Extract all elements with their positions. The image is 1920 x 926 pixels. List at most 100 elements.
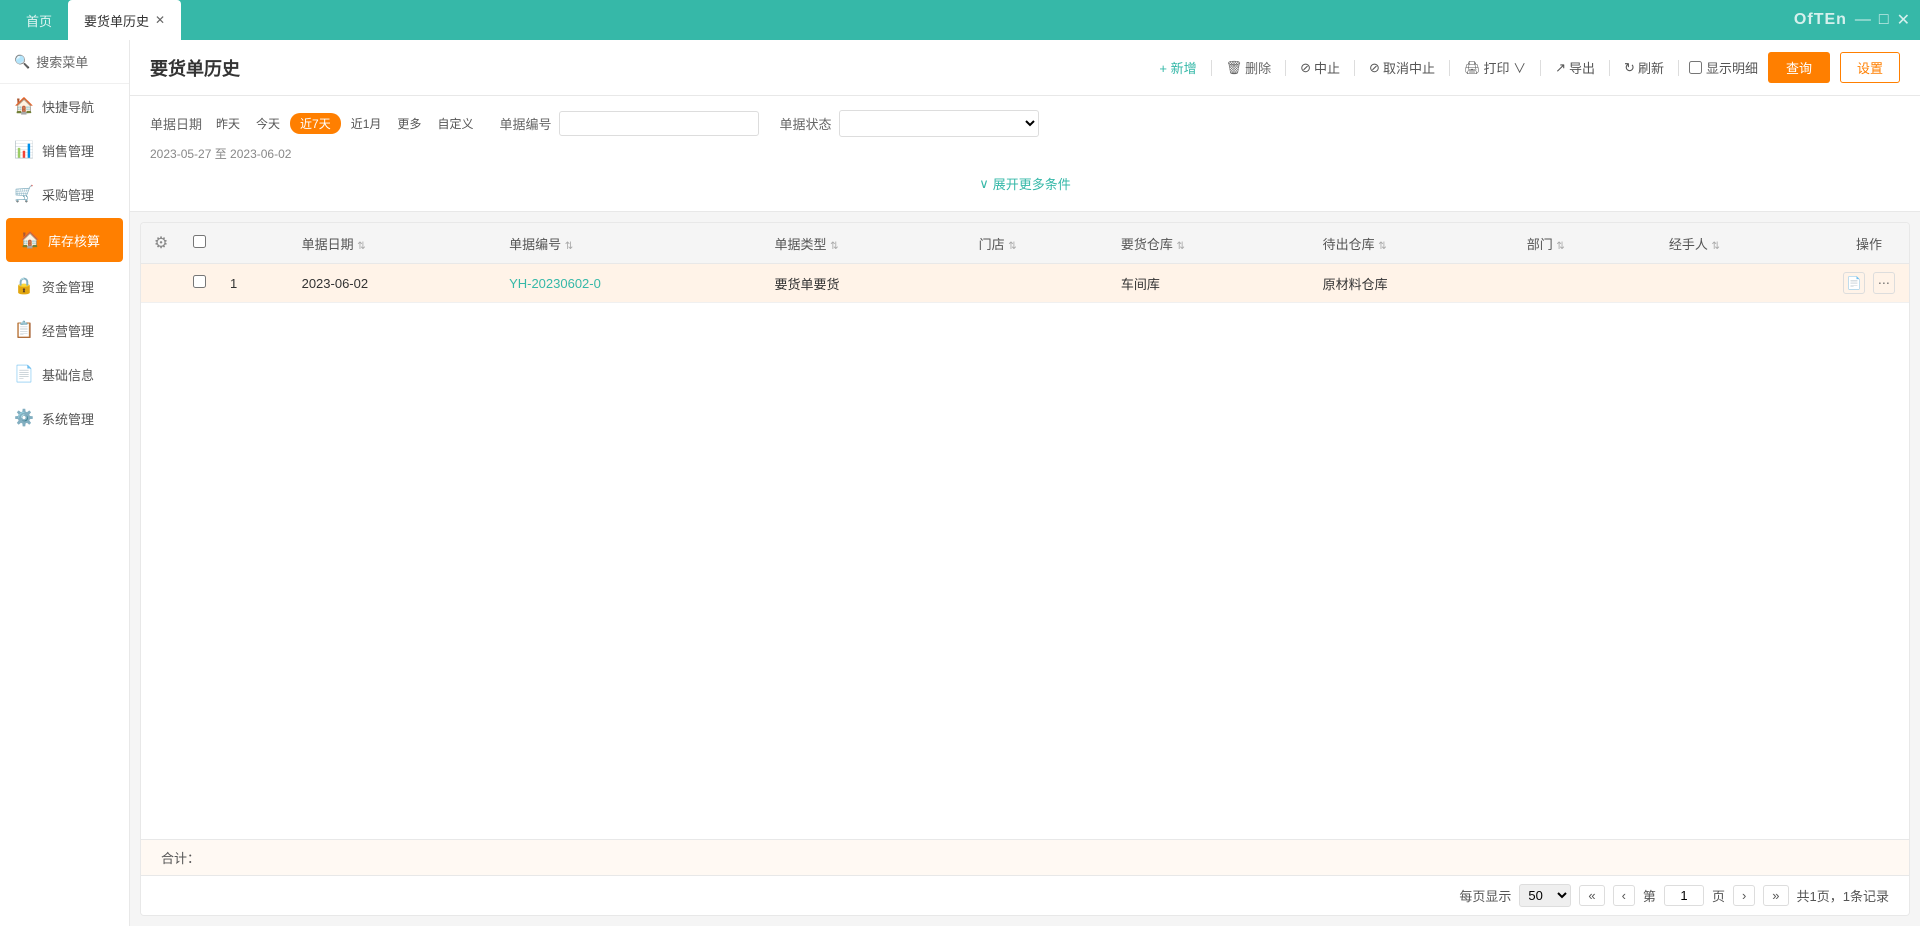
col-number: 单据编号 ⇅ bbox=[497, 223, 762, 264]
sidebar-item-purchase[interactable]: 🛒 采购管理 bbox=[0, 172, 129, 216]
sidebar-item-basic[interactable]: 📄 基础信息 bbox=[0, 352, 129, 396]
new-button[interactable]: + 新增 bbox=[1155, 56, 1200, 79]
date-btn-1month[interactable]: 近1月 bbox=[345, 113, 388, 134]
table-row: 1 2023-06-02 YH-20230602-0 要货单要货 车间库 原材料… bbox=[141, 264, 1909, 303]
expand-more-btn[interactable]: ∨ 展开更多条件 bbox=[150, 170, 1900, 197]
window-close-icon[interactable]: ✕ bbox=[1897, 10, 1910, 30]
delete-button[interactable]: 🗑 删除 bbox=[1222, 56, 1276, 79]
page-size-select[interactable]: 10 20 50 100 bbox=[1519, 884, 1571, 907]
page-title: 要货单历史 bbox=[150, 55, 240, 81]
chevron-down-icon: ∨ bbox=[979, 176, 989, 192]
window-minimize-icon[interactable]: — bbox=[1855, 11, 1871, 29]
date-btn-more[interactable]: 更多 bbox=[391, 113, 427, 134]
row-req-warehouse: 车间库 bbox=[1109, 264, 1311, 303]
row-type: 要货单要货 bbox=[763, 264, 967, 303]
settings-button[interactable]: 设置 bbox=[1840, 52, 1900, 83]
col-handler: 经手人 ⇅ bbox=[1657, 223, 1829, 264]
tab-close-icon[interactable]: ✕ bbox=[155, 13, 165, 27]
row-handler bbox=[1657, 264, 1829, 303]
window-maximize-icon[interactable]: □ bbox=[1879, 11, 1889, 29]
row-store bbox=[967, 264, 1109, 303]
divider-5 bbox=[1540, 60, 1541, 76]
summary-label: 合计： bbox=[161, 851, 200, 866]
top-bar: 首页 要货单历史 ✕ OfTEn — □ ✕ bbox=[0, 0, 1920, 40]
export-icon: ↗ bbox=[1555, 60, 1566, 76]
row-number-link[interactable]: YH-20230602-0 bbox=[509, 276, 601, 291]
data-table: ⚙ 单据日期 ⇅ 单据编号 bbox=[141, 223, 1909, 303]
date-filter-group: 单据日期 昨天 今天 近7天 近1月 更多 自定义 bbox=[150, 113, 479, 134]
finance-icon: 🔒 bbox=[14, 276, 34, 296]
cancel-stop-button[interactable]: ⊘ 取消中止 bbox=[1365, 56, 1439, 79]
date-btn-custom[interactable]: 自定义 bbox=[431, 113, 479, 134]
refresh-button[interactable]: ↻ 刷新 bbox=[1620, 56, 1668, 79]
sales-icon: 📊 bbox=[14, 140, 34, 160]
filter-row-1: 单据日期 昨天 今天 近7天 近1月 更多 自定义 单据编号 单据状态 bbox=[150, 110, 1900, 137]
tab-home[interactable]: 首页 bbox=[10, 0, 68, 40]
filter-area: 单据日期 昨天 今天 近7天 近1月 更多 自定义 单据编号 单据状态 bbox=[130, 96, 1920, 212]
row-pending-warehouse: 原材料仓库 bbox=[1311, 264, 1515, 303]
date-sort-icon[interactable]: ⇅ bbox=[357, 241, 365, 252]
sidebar-item-system[interactable]: ⚙️ 系统管理 bbox=[0, 396, 129, 440]
req-warehouse-sort-icon[interactable]: ⇅ bbox=[1176, 241, 1184, 252]
top-bar-right: OfTEn — □ ✕ bbox=[1794, 10, 1910, 30]
display-toggle[interactable]: 显示明细 bbox=[1689, 58, 1758, 77]
delete-icon: 🗑 bbox=[1226, 60, 1243, 76]
table-header-row: ⚙ 单据日期 ⇅ 单据编号 bbox=[141, 223, 1909, 264]
col-type: 单据类型 ⇅ bbox=[763, 223, 967, 264]
page-number-input[interactable] bbox=[1664, 885, 1704, 906]
first-page-button[interactable]: « bbox=[1579, 885, 1604, 906]
store-sort-icon[interactable]: ⇅ bbox=[1008, 241, 1016, 252]
next-page-button[interactable]: › bbox=[1733, 885, 1755, 906]
status-label: 单据状态 bbox=[779, 114, 831, 133]
print-button[interactable]: 🖨 打印 ∨ bbox=[1460, 56, 1530, 79]
select-all-checkbox[interactable] bbox=[193, 235, 206, 248]
sidebar-item-finance[interactable]: 🔒 资金管理 bbox=[0, 264, 129, 308]
prev-page-button[interactable]: ‹ bbox=[1613, 885, 1635, 906]
system-icon: ⚙️ bbox=[14, 408, 34, 428]
column-settings-icon[interactable]: ⚙ bbox=[154, 235, 168, 252]
date-btn-today[interactable]: 今天 bbox=[250, 113, 286, 134]
department-sort-icon[interactable]: ⇅ bbox=[1556, 241, 1564, 252]
status-filter-group: 单据状态 bbox=[779, 110, 1039, 137]
brand-text: OfTEn bbox=[1794, 11, 1847, 29]
date-btn-7days[interactable]: 近7天 bbox=[290, 113, 341, 134]
handler-sort-icon[interactable]: ⇅ bbox=[1712, 241, 1720, 252]
row-more-button[interactable]: ⋯ bbox=[1873, 272, 1895, 294]
page-header: 要货单历史 + 新增 🗑 删除 ⊘ 中止 ⊘ 取消中止 bbox=[130, 40, 1920, 96]
date-label: 单据日期 bbox=[150, 114, 202, 133]
tab-requisition-history[interactable]: 要货单历史 ✕ bbox=[68, 0, 181, 40]
status-select[interactable] bbox=[839, 110, 1039, 137]
stop-button[interactable]: ⊘ 中止 bbox=[1296, 56, 1344, 79]
col-checkbox bbox=[181, 223, 218, 264]
col-department: 部门 ⇅ bbox=[1515, 223, 1657, 264]
stop-icon: ⊘ bbox=[1300, 60, 1311, 76]
row-checkbox[interactable] bbox=[193, 275, 206, 288]
last-page-button[interactable]: » bbox=[1763, 885, 1788, 906]
export-button[interactable]: ↗ 导出 bbox=[1551, 56, 1599, 79]
row-number: YH-20230602-0 bbox=[497, 264, 762, 303]
type-sort-icon[interactable]: ⇅ bbox=[830, 241, 838, 252]
row-edit-button[interactable]: 📄 bbox=[1843, 272, 1865, 294]
display-toggle-checkbox[interactable] bbox=[1689, 61, 1702, 74]
operations-icon: 📋 bbox=[14, 320, 34, 340]
total-info: 共1页，1条记录 bbox=[1797, 886, 1889, 905]
divider-6 bbox=[1609, 60, 1610, 76]
doc-number-input[interactable] bbox=[559, 111, 759, 136]
pending-warehouse-sort-icon[interactable]: ⇅ bbox=[1378, 241, 1386, 252]
sidebar-item-home[interactable]: 🏠 快捷导航 bbox=[0, 84, 129, 128]
sidebar-item-sales[interactable]: 📊 销售管理 bbox=[0, 128, 129, 172]
row-seq: 1 bbox=[218, 264, 290, 303]
divider-3 bbox=[1354, 60, 1355, 76]
row-check-col bbox=[181, 264, 218, 303]
main-layout: 🔍 搜索菜单 🏠 快捷导航 📊 销售管理 🛒 采购管理 🏠 库存核算 🔒 资金管… bbox=[0, 40, 1920, 926]
number-sort-icon[interactable]: ⇅ bbox=[565, 241, 573, 252]
sidebar-item-operations[interactable]: 📋 经营管理 bbox=[0, 308, 129, 352]
search-menu-item[interactable]: 🔍 搜索菜单 bbox=[0, 40, 129, 84]
home-icon: 🏠 bbox=[14, 96, 34, 116]
sidebar-item-inventory[interactable]: 🏠 库存核算 bbox=[6, 218, 123, 262]
date-btn-yesterday[interactable]: 昨天 bbox=[210, 113, 246, 134]
date-range-text: 2023-05-27 至 2023-06-02 bbox=[150, 145, 291, 162]
pagination: 每页显示 10 20 50 100 « ‹ 第 页 › » 共1页，1条记录 bbox=[141, 875, 1909, 915]
query-button[interactable]: 查询 bbox=[1768, 52, 1830, 83]
divider-7 bbox=[1678, 60, 1679, 76]
